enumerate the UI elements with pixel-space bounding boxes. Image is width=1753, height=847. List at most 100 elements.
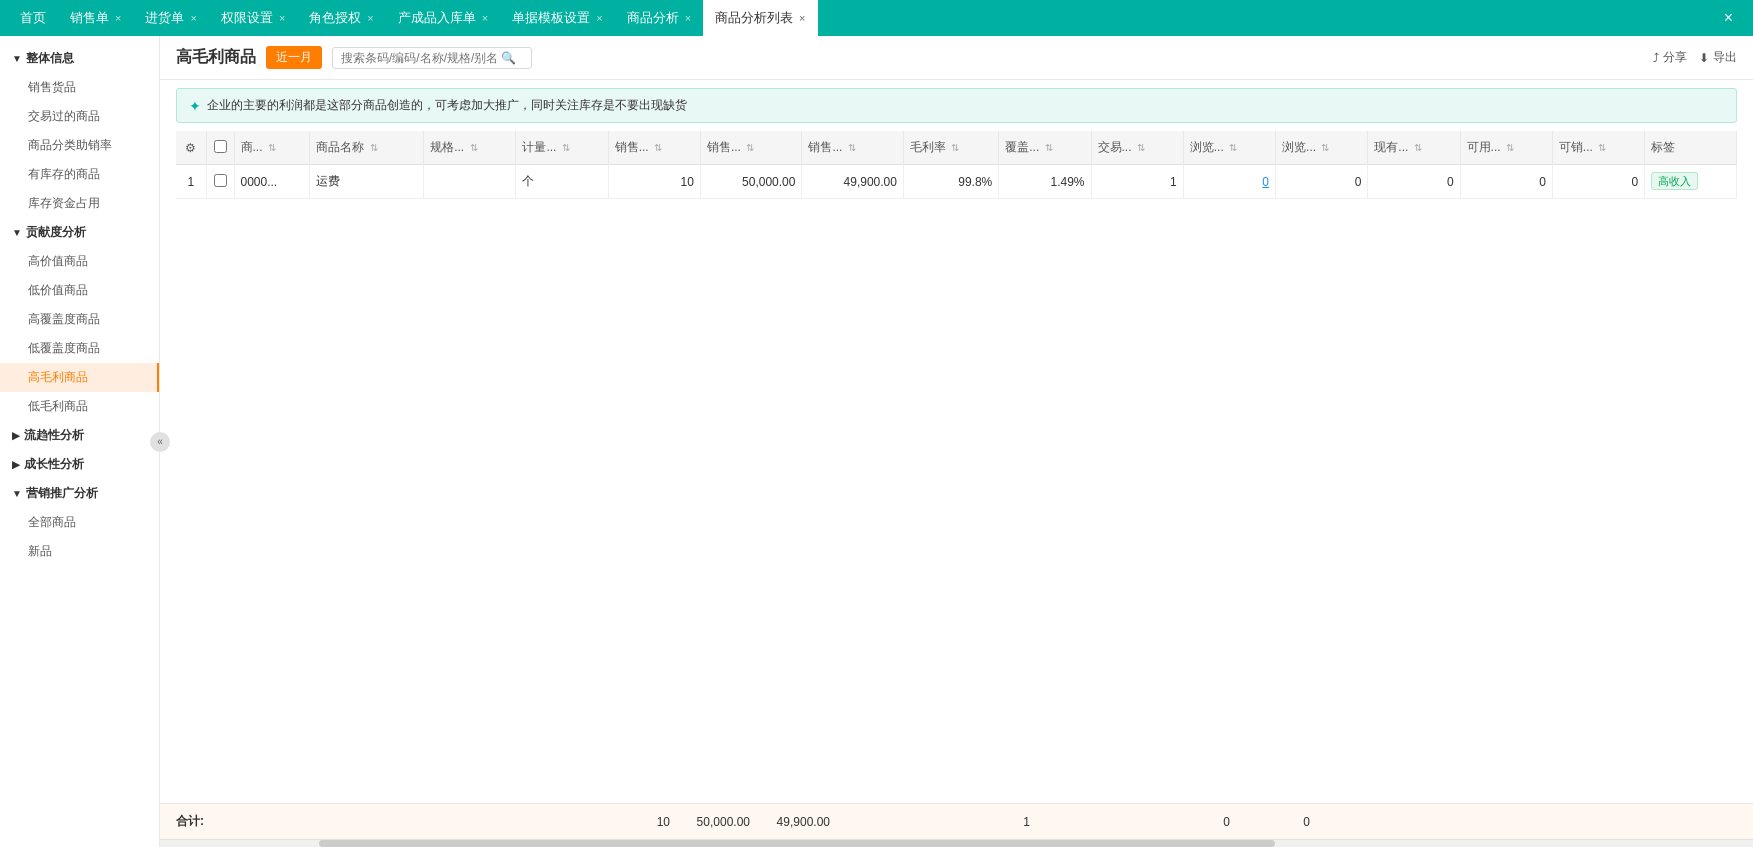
content-header: 高毛利商品 近一月 🔍 ⤴ 分享 ⬇ 导出 [160, 36, 1753, 80]
search-box: 🔍 [332, 47, 532, 69]
sidebar-group-growth[interactable]: ▶ 成长性分析 [0, 450, 159, 479]
sort-icon-coverage[interactable]: ⇅ [1045, 142, 1053, 153]
export-btn[interactable]: ⬇ 导出 [1699, 49, 1737, 66]
sort-icon-gross-margin[interactable]: ⇅ [951, 142, 959, 153]
col-checkbox [206, 131, 234, 165]
arrow-contribution: ▼ [12, 227, 22, 238]
sidebar-item-high-value[interactable]: 高价值商品 [0, 247, 159, 276]
filter-recent-month-btn[interactable]: 近一月 [266, 46, 322, 69]
nav-purchase-order[interactable]: 进货单 × [133, 0, 208, 36]
table-header-row: ⚙ 商... ⇅ 商品名称 ⇅ 规格... [176, 131, 1737, 165]
footer-placeholder4 [836, 815, 896, 829]
col-sales-amount: 销售... ⇅ [700, 131, 802, 165]
nav-sales-order[interactable]: 销售单 × [58, 0, 133, 36]
sort-icon-name[interactable]: ⇅ [370, 142, 378, 153]
close-role-auth[interactable]: × [367, 12, 373, 24]
sort-icon-available-stock[interactable]: ⇅ [1506, 142, 1514, 153]
footer-cell-placeholder3 [516, 815, 596, 829]
main-area: ▼ 整体信息 销售货品 交易过的商品 商品分类助销率 有库存的商品 库存资金占用… [0, 36, 1753, 847]
sidebar-collapse-btn[interactable]: « [150, 432, 170, 452]
col-setting[interactable]: ⚙ [176, 131, 206, 165]
cell-browse1[interactable]: 0 [1183, 165, 1275, 199]
footer-transaction: 1 [956, 815, 1036, 829]
sort-icon-browse2[interactable]: ⇅ [1321, 142, 1329, 153]
nav-permission[interactable]: 权限设置 × [209, 0, 297, 36]
sort-icon-current-stock[interactable]: ⇅ [1414, 142, 1422, 153]
col-available-stock: 可用... ⇅ [1460, 131, 1552, 165]
nav-product-analysis[interactable]: 商品分析 × [615, 0, 703, 36]
close-permission[interactable]: × [279, 12, 285, 24]
sort-icon-unit[interactable]: ⇅ [562, 142, 570, 153]
content-area: 高毛利商品 近一月 🔍 ⤴ 分享 ⬇ 导出 ✦ 企业的主要的利润都是这部分商品创… [160, 36, 1753, 847]
cell-current-stock: 0 [1368, 165, 1460, 199]
cell-code: 0000... [234, 165, 310, 199]
nav-home[interactable]: 首页 [8, 0, 58, 36]
sidebar-group-overview[interactable]: ▼ 整体信息 [0, 44, 159, 73]
cell-name: 运费 [310, 165, 424, 199]
footer-label: 合计: [176, 813, 216, 830]
nav-role-auth[interactable]: 角色授权 × [297, 0, 385, 36]
col-current-stock: 现有... ⇅ [1368, 131, 1460, 165]
footer-sales-amount: 50,000.00 [676, 815, 756, 829]
table-row: 1 0000... 运费 个 10 50,000.00 49,900.00 99… [176, 165, 1737, 199]
sidebar-item-traded-goods[interactable]: 交易过的商品 [0, 102, 159, 131]
sort-icon-spec[interactable]: ⇅ [470, 142, 478, 153]
sidebar-item-category-rate[interactable]: 商品分类助销率 [0, 131, 159, 160]
close-sales-order[interactable]: × [115, 12, 121, 24]
sort-icon-sales-amount[interactable]: ⇅ [746, 142, 754, 153]
sidebar-item-high-margin[interactable]: 高毛利商品 [0, 363, 159, 392]
col-sellable-stock: 可销... ⇅ [1552, 131, 1644, 165]
sort-icon-browse1[interactable]: ⇅ [1229, 142, 1237, 153]
close-purchase-order[interactable]: × [190, 12, 196, 24]
close-window-btn[interactable]: × [1712, 9, 1745, 27]
share-btn[interactable]: ⤴ 分享 [1653, 49, 1687, 66]
sidebar-group-marketing[interactable]: ▼ 营销推广分析 [0, 479, 159, 508]
sort-icon-sales-qty[interactable]: ⇅ [654, 142, 662, 153]
sort-icon-transaction[interactable]: ⇅ [1137, 142, 1145, 153]
col-code: 商... ⇅ [234, 131, 310, 165]
sidebar-item-all-goods[interactable]: 全部商品 [0, 508, 159, 537]
sort-icon-code[interactable]: ⇅ [268, 142, 276, 153]
scrollbar-thumb[interactable] [319, 840, 1275, 847]
footer-current-stock: 0 [1156, 815, 1236, 829]
cell-browse2: 0 [1276, 165, 1368, 199]
sort-icon-sales-net[interactable]: ⇅ [848, 142, 856, 153]
footer-cell-placeholder2 [436, 815, 516, 829]
nav-template-settings[interactable]: 单据模板设置 × [500, 0, 614, 36]
footer-placeholder7 [1096, 815, 1156, 829]
sidebar-item-low-coverage[interactable]: 低覆盖度商品 [0, 334, 159, 363]
bottom-scrollbar[interactable] [160, 839, 1753, 847]
info-banner: ✦ 企业的主要的利润都是这部分商品创造的，可考虑加大推广，同时关注库存是不要出现… [176, 88, 1737, 123]
sidebar-item-low-margin[interactable]: 低毛利商品 [0, 392, 159, 421]
nav-product-inbound[interactable]: 产成品入库单 × [386, 0, 500, 36]
close-product-analysis[interactable]: × [685, 12, 691, 24]
cell-gross-margin: 99.8% [903, 165, 998, 199]
sidebar-group-contribution[interactable]: ▼ 贡献度分析 [0, 218, 159, 247]
footer-total: 合计: 10 50,000.00 49,900.00 1 0 0 [160, 803, 1753, 839]
cell-available-stock: 0 [1460, 165, 1552, 199]
sidebar-item-inventory-capital[interactable]: 库存资金占用 [0, 189, 159, 218]
sidebar-item-sales-goods[interactable]: 销售货品 [0, 73, 159, 102]
sidebar-group-trend[interactable]: ▶ 流趋性分析 [0, 421, 159, 450]
close-product-inbound[interactable]: × [482, 12, 488, 24]
sort-icon-sellable-stock[interactable]: ⇅ [1598, 142, 1606, 153]
close-product-analysis-list[interactable]: × [799, 12, 805, 24]
search-input[interactable] [341, 51, 501, 65]
arrow-growth: ▶ [12, 459, 20, 470]
col-gross-margin: 毛利率 ⇅ [903, 131, 998, 165]
search-icon[interactable]: 🔍 [501, 51, 516, 65]
nav-product-analysis-list[interactable]: 商品分析列表 × [703, 0, 817, 36]
select-all-checkbox[interactable] [214, 140, 227, 153]
close-template-settings[interactable]: × [596, 12, 602, 24]
share-icon: ⤴ [1653, 51, 1659, 65]
sidebar-item-low-value[interactable]: 低价值商品 [0, 276, 159, 305]
col-unit: 计量... ⇅ [516, 131, 608, 165]
footer-placeholder6 [1036, 815, 1096, 829]
sidebar-item-high-coverage[interactable]: 高覆盖度商品 [0, 305, 159, 334]
footer-values: 10 50,000.00 49,900.00 1 0 0 [236, 815, 1737, 829]
cell-sellable-stock: 0 [1552, 165, 1644, 199]
row-checkbox[interactable] [214, 174, 227, 187]
sidebar-item-stocked-goods[interactable]: 有库存的商品 [0, 160, 159, 189]
sidebar-item-new-goods[interactable]: 新品 [0, 537, 159, 566]
cell-sales-amount: 50,000.00 [700, 165, 802, 199]
